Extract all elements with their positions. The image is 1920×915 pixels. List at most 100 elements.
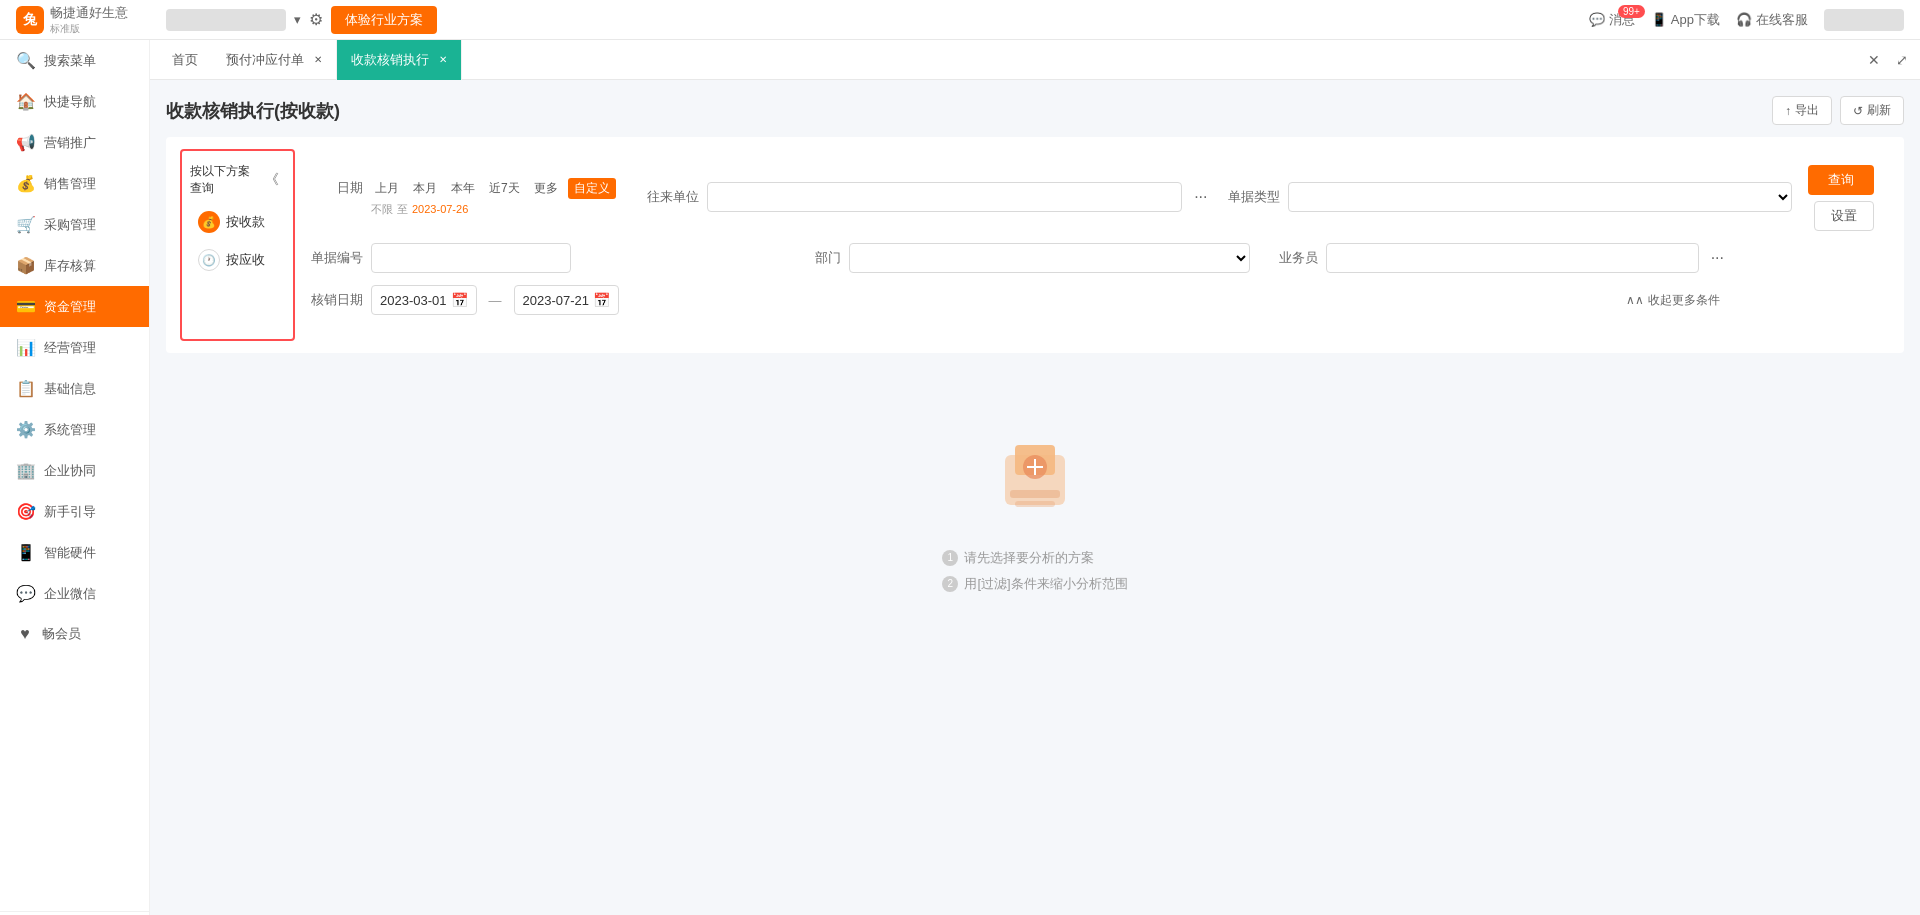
date-suffix: 2023-07-26 <box>412 203 468 215</box>
filter-panel: 按以下方案查询 《 💰 按收款 🕐 按应收 <box>166 137 1904 353</box>
main-content: 首页 预付冲应付单 ✕ 收款核销执行 ✕ ✕ ⤢ 收款核销执行(按收款) ↑ <box>150 40 1920 915</box>
enterprise-icon: 🏢 <box>16 461 36 480</box>
sidebar-item-inventory[interactable]: 📦 库存核算 <box>0 245 149 286</box>
sidebar-label-finance: 资金管理 <box>44 298 96 316</box>
query-type-by-receivable[interactable]: 🕐 按应收 <box>190 243 285 277</box>
tabbar-expand-btn[interactable]: ⤢ <box>1892 48 1912 72</box>
sidebar-item-guide[interactable]: 🎯 新手引导 <box>0 491 149 532</box>
query-types-collapse-btn[interactable]: 《 <box>259 169 285 191</box>
topbar: 兔 畅捷通好生意 标准版 ▾ ⚙ 体验行业方案 💬 消息 99+ 📱 App下载… <box>0 0 1920 40</box>
sidebar-item-finance[interactable]: 💳 资金管理 <box>0 286 149 327</box>
doc-type-label: 单据类型 <box>1228 188 1280 206</box>
tabbar-right: ✕ ⤢ <box>1864 48 1912 72</box>
refresh-btn[interactable]: ↺ 刷新 <box>1840 96 1904 125</box>
sidebar-item-operations[interactable]: 📊 经营管理 <box>0 327 149 368</box>
sidebar-item-system[interactable]: ⚙️ 系统管理 <box>0 409 149 450</box>
dept-select[interactable] <box>849 243 1251 273</box>
sidebar-item-wechat[interactable]: 💬 企业微信 <box>0 573 149 614</box>
tab-receipt-writeoff-close[interactable]: ✕ <box>439 54 447 65</box>
date-this-year[interactable]: 本年 <box>447 178 479 199</box>
topbar-user <box>1824 9 1904 31</box>
sidebar-label-operations: 经营管理 <box>44 339 96 357</box>
query-type-by-receipt[interactable]: 💰 按收款 <box>190 205 285 239</box>
sidebar-item-search[interactable]: 🔍 搜索菜单 <box>0 40 149 81</box>
date-more[interactable]: 更多 <box>530 178 562 199</box>
sidebar: 🔍 搜索菜单 🏠 快捷导航 📢 营销推广 💰 销售管理 🛒 采购管理 📦 库存核… <box>0 40 150 915</box>
export-btn[interactable]: ↑ 导出 <box>1772 96 1832 125</box>
msg-badge: 99+ <box>1618 5 1645 18</box>
counterpart-input[interactable] <box>707 182 1182 212</box>
filter-row-2: 单据编号 部门 业务员 ··· <box>311 243 1874 273</box>
tabbar-close-all-btn[interactable]: ✕ <box>1864 48 1884 72</box>
tab-prepay[interactable]: 预付冲应付单 ✕ <box>212 40 337 80</box>
topbar-app[interactable]: 📱 App下载 <box>1651 11 1720 29</box>
sidebar-item-basics[interactable]: 📋 基础信息 <box>0 368 149 409</box>
date-range-row: 不限 至 2023-07-26 <box>371 202 468 217</box>
sidebar-item-shortcut[interactable]: 🏠 快捷导航 <box>0 81 149 122</box>
home-icon: 🏠 <box>16 92 36 111</box>
by-receipt-icon: 💰 <box>198 211 220 233</box>
date-shortcuts: 上月 本月 本年 近7天 更多 自定义 <box>371 178 616 199</box>
page-header-actions: ↑ 导出 ↺ 刷新 <box>1772 96 1904 125</box>
hardware-icon: 📱 <box>16 543 36 562</box>
staff-dots-btn[interactable]: ··· <box>1707 249 1728 267</box>
cal-icon-start: 📅 <box>451 292 468 308</box>
sidebar-item-vip[interactable]: ♥ 畅会员 <box>0 614 149 654</box>
search-icon: 🔍 <box>16 51 36 70</box>
sidebar-label-marketing: 营销推广 <box>44 134 96 152</box>
sidebar-item-marketing[interactable]: 📢 营销推广 <box>0 122 149 163</box>
staff-input[interactable] <box>1326 243 1698 273</box>
doc-no-label: 单据编号 <box>311 249 363 267</box>
msg-icon: 💬 <box>1589 12 1605 27</box>
date-last-month[interactable]: 上月 <box>371 178 403 199</box>
query-types-title: 按以下方案查询 <box>190 163 259 197</box>
topbar-gear-btn[interactable]: ⚙ <box>309 10 323 29</box>
date-this-month[interactable]: 本月 <box>409 178 441 199</box>
writeoff-start-date[interactable]: 2023-03-01 📅 <box>371 285 477 315</box>
empty-tips: 1 请先选择要分析的方案 2 用[过滤]条件来缩小分析范围 <box>942 545 1127 597</box>
export-label: 导出 <box>1795 102 1819 119</box>
tab-receipt-writeoff-label: 收款核销执行 <box>351 51 429 69</box>
filter-row-3: 核销日期 2023-03-01 📅 — 2023-07-21 📅 <box>311 285 1874 315</box>
tip-text-1: 请先选择要分析的方案 <box>964 545 1094 571</box>
topbar-service[interactable]: 🎧 在线客服 <box>1736 11 1808 29</box>
empty-state: 1 请先选择要分析的方案 2 用[过滤]条件来缩小分析范围 <box>166 365 1904 657</box>
counterpart-label: 往来单位 <box>647 188 699 206</box>
doc-type-select[interactable] <box>1288 182 1793 212</box>
basics-icon: 📋 <box>16 379 36 398</box>
sidebar-item-enterprise[interactable]: 🏢 企业协同 <box>0 450 149 491</box>
collapse-more-btn[interactable]: ∧∧ 收起更多条件 <box>1618 288 1728 313</box>
topbar-dropdown-btn[interactable]: ▾ <box>294 12 301 27</box>
sidebar-label-shortcut: 快捷导航 <box>44 93 96 111</box>
tab-prepay-close[interactable]: ✕ <box>314 54 322 65</box>
collapse-more-area: ∧∧ 收起更多条件 <box>1618 288 1728 313</box>
topbar-msg[interactable]: 💬 消息 99+ <box>1589 11 1635 29</box>
tab-home[interactable]: 首页 <box>158 40 212 80</box>
content-area: 收款核销执行(按收款) ↑ 导出 ↺ 刷新 按以下方案 <box>150 80 1920 915</box>
date-custom[interactable]: 自定义 <box>568 178 616 199</box>
staff-field: 业务员 ··· <box>1266 243 1728 273</box>
writeoff-end-date[interactable]: 2023-07-21 📅 <box>514 285 620 315</box>
tab-receipt-writeoff[interactable]: 收款核销执行 ✕ <box>337 40 462 80</box>
date-to-label: 至 <box>397 202 408 217</box>
sidebar-item-purchase[interactable]: 🛒 采购管理 <box>0 204 149 245</box>
svg-rect-5 <box>1010 490 1060 498</box>
sidebar-label-hardware: 智能硬件 <box>44 544 96 562</box>
topbar-blurred-info <box>166 9 286 31</box>
service-icon: 🎧 <box>1736 12 1752 27</box>
query-btn[interactable]: 查询 <box>1808 165 1874 195</box>
date-7days[interactable]: 近7天 <box>485 178 524 199</box>
counterpart-dots-btn[interactable]: ··· <box>1190 188 1211 206</box>
sidebar-item-sales[interactable]: 💰 销售管理 <box>0 163 149 204</box>
by-receivable-label: 按应收 <box>226 251 265 269</box>
topbar-industry-btn[interactable]: 体验行业方案 <box>331 6 437 34</box>
sales-icon: 💰 <box>16 174 36 193</box>
filter-fields: 日期 上月 本月 本年 近7天 更多 自定义 <box>295 149 1890 341</box>
sidebar-label-wechat: 企业微信 <box>44 585 96 603</box>
sidebar-label-basics: 基础信息 <box>44 380 96 398</box>
guide-icon: 🎯 <box>16 502 36 521</box>
doc-no-input[interactable] <box>371 243 571 273</box>
settings-btn[interactable]: 设置 <box>1814 201 1874 231</box>
app-icon: 📱 <box>1651 12 1667 27</box>
sidebar-item-hardware[interactable]: 📱 智能硬件 <box>0 532 149 573</box>
